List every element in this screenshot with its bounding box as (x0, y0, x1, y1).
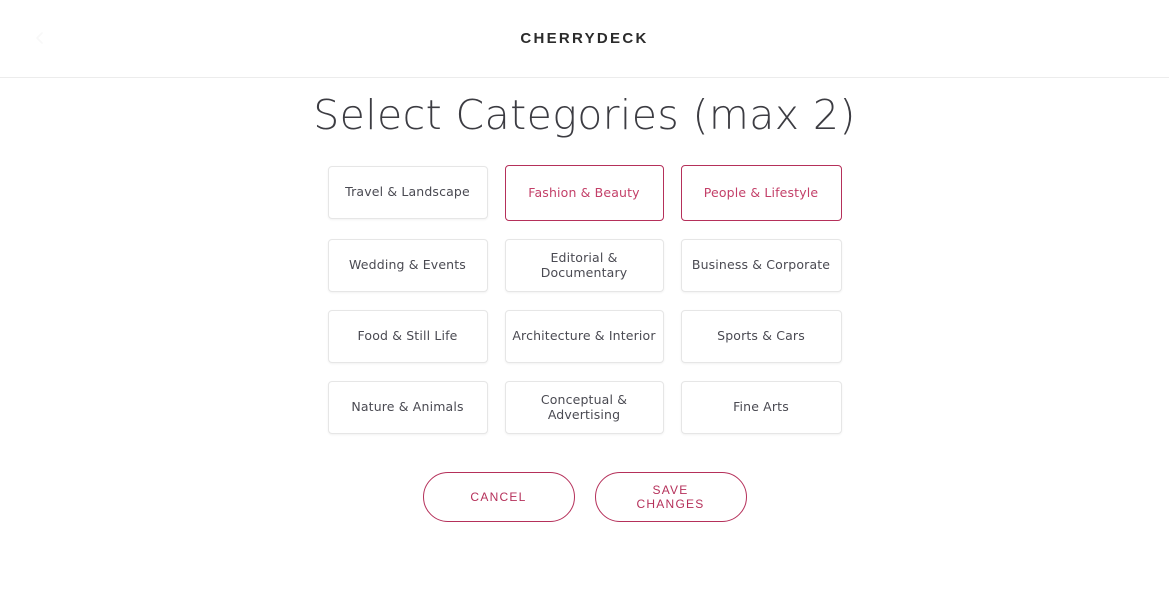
category-chip-label: Travel & Landscape (345, 184, 470, 200)
category-grid: Travel & Landscape Fashion & Beauty Peop… (327, 165, 842, 435)
chevron-left-icon[interactable] (30, 28, 50, 48)
category-chip-editorial-documentary[interactable]: Editorial & Documentary (504, 239, 664, 293)
category-chip-label: Business & Corporate (691, 257, 831, 273)
app-header: CHERRYDECK (0, 0, 1169, 78)
main-content: Select Categories (max 2) Travel & Lands… (0, 78, 1169, 593)
category-chip-label: Sports & Cars (717, 328, 805, 344)
category-chip-label: Architecture & Interior (512, 328, 656, 344)
category-chip-label: Fashion & Beauty (528, 184, 640, 200)
category-chip-label: Editorial & Documentary (540, 249, 628, 280)
page-title: Select Categories (max 2) (313, 91, 856, 139)
category-chip-people-lifestyle[interactable]: People & Lifestyle (680, 165, 842, 222)
save-changes-button[interactable]: Save Changes (594, 472, 747, 523)
category-chip-label: People & Lifestyle (703, 184, 819, 200)
category-chip-label: Conceptual & Advertising (540, 391, 628, 422)
category-chip-travel-landscape[interactable]: Travel & Landscape (327, 166, 488, 220)
category-chip-fine-arts[interactable]: Fine Arts (680, 381, 842, 435)
category-chip-nature-animals[interactable]: Nature & Animals (327, 381, 488, 435)
category-chip-label: Fine Arts (733, 399, 789, 415)
category-chip-food-still-life[interactable]: Food & Still Life (327, 310, 488, 364)
cancel-button[interactable]: Cancel (422, 472, 575, 523)
category-chip-label: Wedding & Events (349, 257, 466, 273)
category-chip-label: Food & Still Life (357, 328, 458, 344)
category-chip-conceptual-advertising[interactable]: Conceptual & Advertising (504, 381, 664, 435)
category-chip-wedding-events[interactable]: Wedding & Events (327, 239, 488, 293)
brand-logo: CHERRYDECK (520, 30, 649, 47)
category-chip-fashion-beauty[interactable]: Fashion & Beauty (504, 165, 664, 222)
category-chip-architecture-interior[interactable]: Architecture & Interior (504, 310, 664, 364)
category-chip-sports-cars[interactable]: Sports & Cars (680, 310, 842, 364)
page-root: CHERRYDECK Select Categories (max 2) Tra… (0, 0, 1169, 593)
action-bar: Cancel Save Changes (422, 472, 747, 523)
category-chip-label: Nature & Animals (351, 399, 464, 415)
category-chip-business-corporate[interactable]: Business & Corporate (680, 239, 842, 293)
